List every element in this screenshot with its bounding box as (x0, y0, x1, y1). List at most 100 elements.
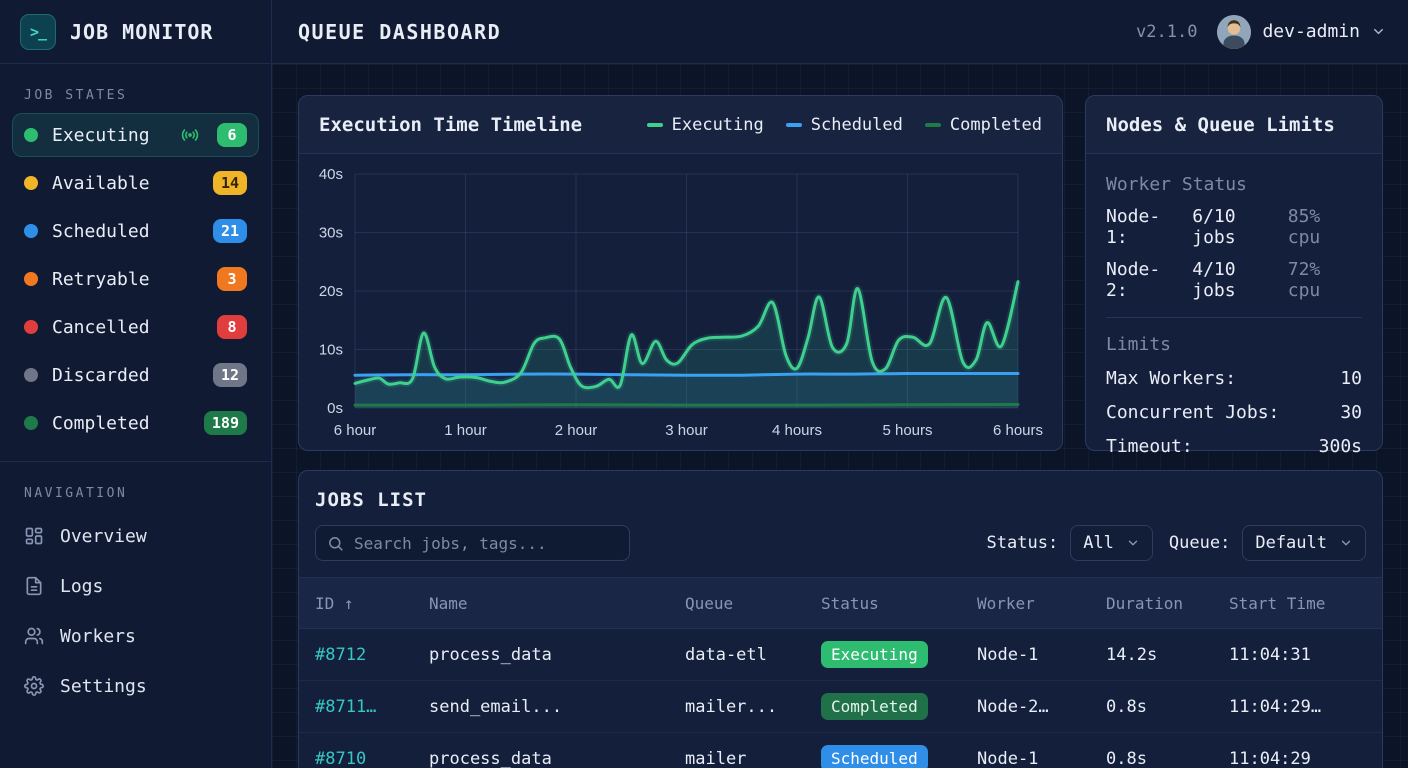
state-dot (24, 176, 38, 190)
job-worker: Node-1 (977, 644, 1039, 665)
job-duration: 0.8s (1106, 748, 1147, 768)
state-label: Retryable (52, 268, 150, 290)
nav-item-overview[interactable]: Overview (0, 511, 271, 561)
node-jobs: 6/10 jobs (1192, 206, 1236, 248)
nav-icon (24, 576, 44, 596)
col-worker[interactable]: Worker (977, 594, 1106, 613)
svg-text:6 hours: 6 hours (993, 422, 1043, 439)
sidebar-state-scheduled[interactable]: Scheduled 21 (12, 209, 259, 253)
col-queue[interactable]: Queue (685, 594, 821, 613)
sidebar-state-discarded[interactable]: Discarded 12 (12, 353, 259, 397)
status-badge: Scheduled (821, 745, 928, 768)
job-row-8710[interactable]: #8710 process_data mailer Scheduled Node… (299, 733, 1382, 768)
job-start-time: 11:04:31 (1229, 644, 1311, 665)
limit-label: Max Workers: (1106, 368, 1237, 389)
filter-queue: Queue: Default (1169, 525, 1366, 561)
job-status-cell: Scheduled (821, 745, 977, 768)
search-input[interactable] (315, 525, 630, 561)
nav-item-logs[interactable]: Logs (0, 561, 271, 611)
svg-text:40s: 40s (319, 166, 343, 183)
job-id-link[interactable]: #8711… (315, 697, 429, 717)
legend-completed[interactable]: Completed (924, 114, 1042, 135)
node-jobs: 4/10 jobs (1192, 259, 1236, 301)
job-name: send_email... (429, 696, 563, 717)
node-row-node-1: Node-1: 6/10 jobs 85% cpu (1106, 206, 1362, 248)
nodes-card-body: Worker Status Node-1: 6/10 jobs 85% cpu … (1086, 154, 1382, 474)
state-label: Discarded (52, 364, 150, 386)
main-content: Execution Time Timeline Executing Schedu… (272, 64, 1408, 768)
job-row-8712[interactable]: #8712 process_data data-etl Executing No… (299, 629, 1382, 681)
chart-title: Execution Time Timeline (319, 113, 583, 136)
nav-item-settings[interactable]: Settings (0, 661, 271, 711)
status-badge: Completed (821, 693, 928, 720)
job-start-time: 11:04:29 (1229, 748, 1311, 768)
nodes-divider (1106, 317, 1362, 318)
state-count-badge: 3 (217, 267, 247, 291)
app-header: >_ JOB MONITOR QUEUE DASHBOARD v2.1.0 de… (0, 0, 1408, 64)
user-name: dev-admin (1262, 21, 1360, 42)
sidebar-state-retryable[interactable]: Retryable 3 (12, 257, 259, 301)
nav-label: Logs (60, 575, 104, 597)
state-dot (24, 224, 38, 238)
legend-label: Completed (949, 114, 1042, 135)
col-duration[interactable]: Duration (1106, 594, 1229, 613)
nodes-card-title: Nodes & Queue Limits (1106, 113, 1335, 136)
nav-label: Workers (60, 625, 136, 647)
execution-timeline-card: Execution Time Timeline Executing Schedu… (298, 95, 1063, 451)
state-count-badge: 8 (217, 315, 247, 339)
sidebar-state-executing[interactable]: Executing 6 (12, 113, 259, 157)
node-name: Node-2: (1106, 259, 1161, 301)
state-count-badge: 6 (217, 123, 247, 147)
user-menu[interactable]: dev-admin (1217, 14, 1386, 49)
sidebar-divider (0, 461, 271, 462)
col-name[interactable]: Name (429, 594, 685, 613)
avatar-image (1217, 14, 1252, 49)
state-count-badge: 189 (203, 411, 247, 435)
filter-select[interactable]: All (1070, 525, 1153, 561)
sidebar-state-available[interactable]: Available 14 (12, 161, 259, 205)
sidebar-state-cancelled[interactable]: Cancelled 8 (12, 305, 259, 349)
version-label: v2.1.0 (1136, 21, 1198, 42)
state-label: Executing (52, 124, 150, 146)
job-id-link[interactable]: #8712 (315, 645, 429, 665)
state-dot (24, 368, 38, 382)
state-dot (24, 272, 38, 286)
job-worker: Node-2… (977, 696, 1049, 717)
svg-text:6 hour: 6 hour (334, 422, 377, 439)
nav-label: Overview (60, 525, 147, 547)
limit-value: 300s (1318, 436, 1362, 457)
node-cpu: 72% cpu (1287, 259, 1321, 301)
execution-timeline-chart: 0s 10s 20s 30s 40s 6 hour 1 hour 2 hour 3 hour 4 … (299, 154, 1062, 450)
jobs-toolbar: Status: All Queue: Default (315, 525, 1366, 561)
svg-text:20s: 20s (319, 283, 343, 300)
legend-scheduled[interactable]: Scheduled (785, 114, 903, 135)
nav-item-workers[interactable]: Workers (0, 611, 271, 661)
sidebar: JOB STATES Executing 6 Available 14 Sche… (0, 64, 272, 768)
nav-icon (24, 626, 44, 646)
chevron-down-icon (1341, 540, 1351, 546)
legend-label: Scheduled (810, 114, 903, 135)
sidebar-state-completed[interactable]: Completed 189 (12, 401, 259, 445)
svg-text:10s: 10s (319, 342, 343, 359)
state-count-badge: 12 (212, 363, 247, 387)
timeline-chart-svg: 0s 10s 20s 30s 40s 6 hour 1 hour 2 hour 3 hour 4 … (319, 166, 1043, 439)
col-start-time[interactable]: Start Time (1229, 594, 1382, 613)
state-dot (24, 128, 38, 142)
live-icon (179, 124, 201, 146)
filter-select[interactable]: Default (1242, 525, 1366, 561)
navigation-section-label: NAVIGATION (24, 486, 128, 501)
job-id-link[interactable]: #8710 (315, 749, 429, 768)
job-row-8711[interactable]: #8711… send_email... mailer... Completed… (299, 681, 1382, 733)
legend-executing[interactable]: Executing (646, 115, 764, 135)
job-status-cell: Executing (821, 641, 977, 668)
chart-legend: Executing Scheduled Completed (646, 114, 1042, 135)
search-icon (329, 537, 343, 551)
nav-label: Settings (60, 675, 147, 697)
col-id[interactable]: ID ↑ (315, 594, 429, 613)
terminal-icon: >_ (20, 13, 56, 50)
nodes-card-header: Nodes & Queue Limits (1086, 96, 1382, 154)
nav-icon (24, 676, 44, 696)
limit-label: Concurrent Jobs: (1106, 402, 1280, 423)
state-label: Completed (52, 412, 150, 434)
col-status[interactable]: Status (821, 594, 977, 613)
